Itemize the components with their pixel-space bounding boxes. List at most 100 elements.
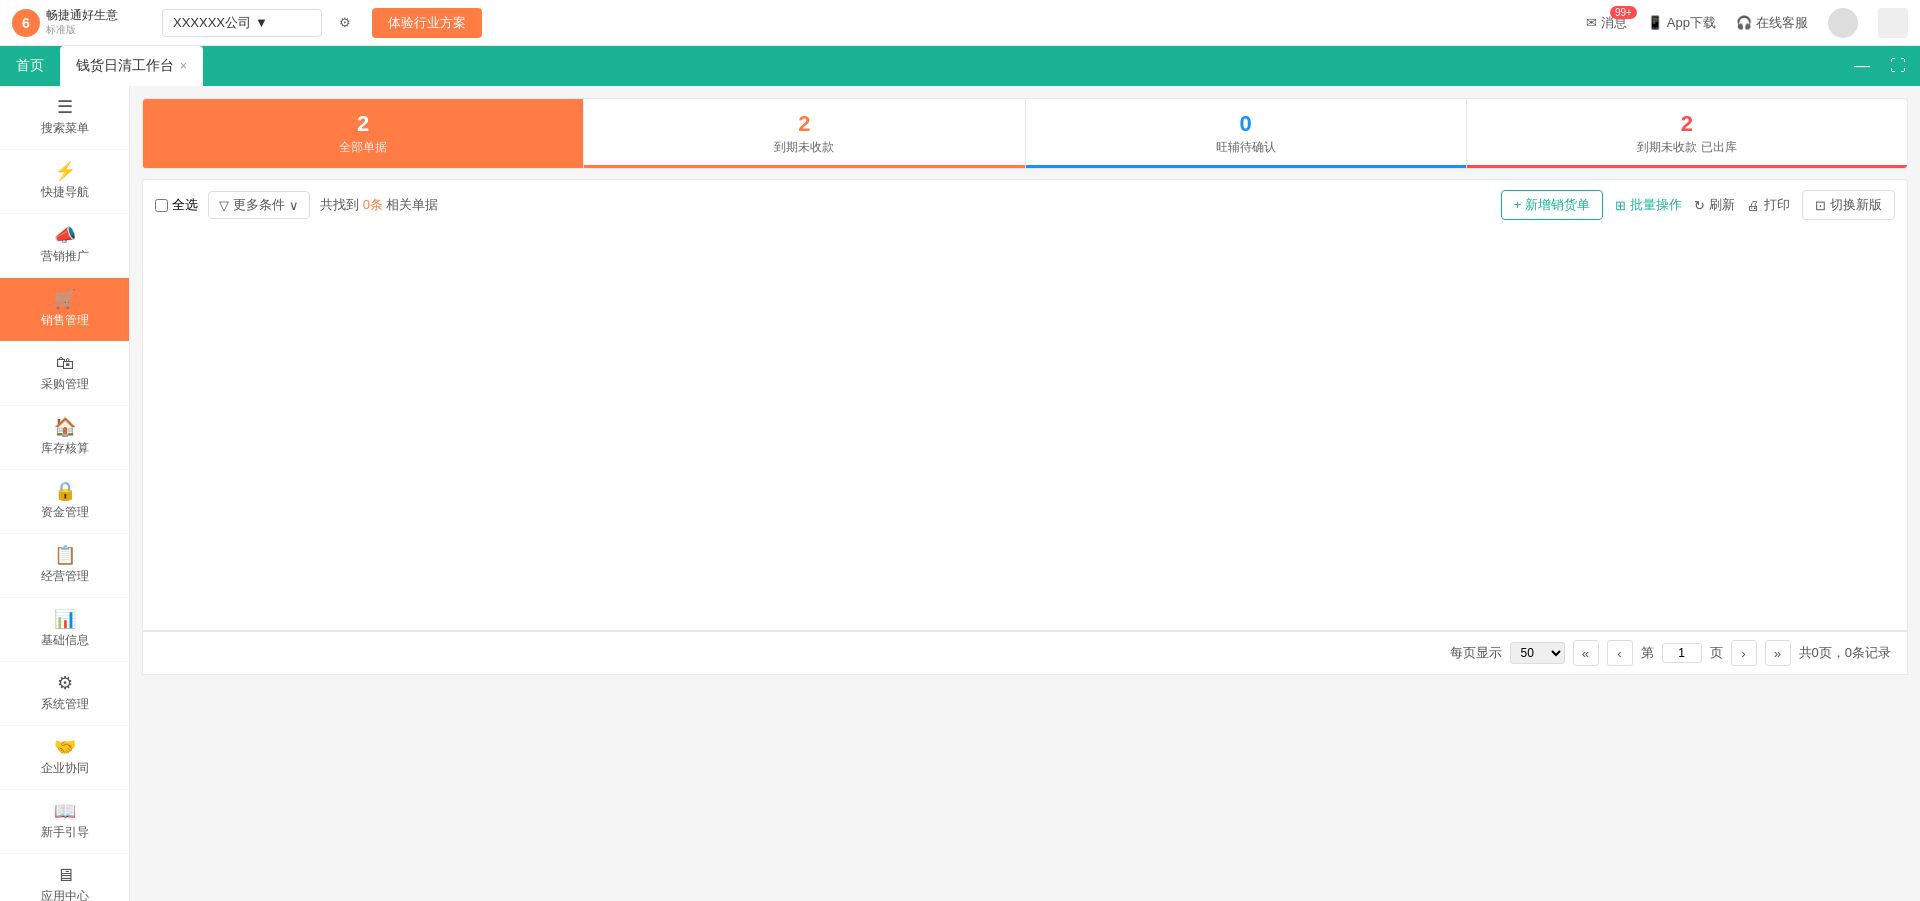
online-service-btn[interactable]: 🎧 在线客服 <box>1736 14 1808 32</box>
stat-tab-overdue[interactable]: 2 到期未收款 <box>584 99 1025 168</box>
page-size-label: 每页显示 <box>1450 644 1502 662</box>
stat-all-count: 2 <box>159 111 567 137</box>
app-download-btn[interactable]: 📱 App下载 <box>1647 14 1716 32</box>
sidebar-item-cooperation[interactable]: 🤝 企业协同 <box>0 726 129 790</box>
next-page-button[interactable]: › <box>1731 640 1757 666</box>
batch-operation-btn[interactable]: ⊞ 批量操作 <box>1615 196 1682 214</box>
app-edition: 标准版 <box>46 23 118 37</box>
app-download-label: App下载 <box>1667 14 1716 32</box>
chevron-down-icon: ▼ <box>255 15 268 30</box>
switch-version-button[interactable]: ⊡ 切换新版 <box>1802 190 1895 220</box>
stat-overdue-count: 2 <box>600 111 1008 137</box>
sales-icon: 🛒 <box>54 290 76 308</box>
company-name: XXXXXX公司 <box>173 14 251 32</box>
prev-page-button[interactable]: ‹ <box>1607 640 1633 666</box>
trial-button[interactable]: 体验行业方案 <box>372 8 482 38</box>
refresh-label: 刷新 <box>1709 196 1735 214</box>
avatar[interactable] <box>1828 8 1858 38</box>
tab-home[interactable]: 首页 <box>0 46 60 86</box>
app-center-icon: 🖥 <box>56 866 74 884</box>
found-suffix: 相关单据 <box>386 197 438 212</box>
message-badge: 99+ <box>1610 6 1637 19</box>
logo-icon: 6 <box>12 9 40 37</box>
select-all-checkbox[interactable]: 全选 <box>155 196 198 214</box>
sidebar-item-basic-info[interactable]: 📊 基础信息 <box>0 598 129 662</box>
stat-shipped-count: 2 <box>1483 111 1891 137</box>
tab-workbench[interactable]: 钱货日清工作台 × <box>60 46 203 86</box>
sidebar-item-search-label: 搜索菜单 <box>41 120 89 137</box>
user-menu[interactable] <box>1878 8 1908 38</box>
empty-state <box>143 230 1907 630</box>
toolbar: 全选 ▽ 更多条件 ∨ 共找到 0条 相关单据 + 新增销货单 ⊞ 批量操作 <box>142 179 1908 230</box>
sidebar-item-guide[interactable]: 📖 新手引导 <box>0 790 129 854</box>
sidebar-item-sales[interactable]: 🛒 销售管理 <box>0 278 129 342</box>
select-all-label: 全选 <box>172 196 198 214</box>
print-icon: 🖨 <box>1747 198 1760 213</box>
sidebar-item-app-center-label: 应用中心 <box>41 888 89 901</box>
sidebar-item-operations[interactable]: 📋 经营管理 <box>0 534 129 598</box>
sidebar-item-shortcuts-label: 快捷导航 <box>41 184 89 201</box>
tab-home-label: 首页 <box>16 57 44 75</box>
logo-area: 6 畅捷通好生意 标准版 <box>12 8 142 38</box>
print-btn[interactable]: 🖨 打印 <box>1747 196 1790 214</box>
total-label: 共0页，0条记录 <box>1799 644 1891 662</box>
tab-workbench-label: 钱货日清工作台 <box>76 57 174 75</box>
sidebar-item-system-label: 系统管理 <box>41 696 89 713</box>
app-download-icon: 📱 <box>1647 15 1663 30</box>
online-service-icon: 🎧 <box>1736 15 1752 30</box>
filter-button[interactable]: ▽ 更多条件 ∨ <box>208 191 310 219</box>
found-prefix: 共找到 <box>320 197 359 212</box>
guide-icon: 📖 <box>54 802 76 820</box>
page-size-select[interactable]: 50 100 <box>1510 642 1565 664</box>
sidebar-item-shortcuts[interactable]: ⚡ 快捷导航 <box>0 150 129 214</box>
sidebar-item-search[interactable]: ☰ 搜索菜单 <box>0 86 129 150</box>
switch-label: 切换新版 <box>1830 196 1882 214</box>
tab-maximize-btn[interactable]: ⛶ <box>1884 52 1912 80</box>
inventory-icon: 🏠 <box>54 418 76 436</box>
tab-indicator-all <box>143 165 583 168</box>
sidebar-item-purchase[interactable]: 🛍 采购管理 <box>0 342 129 406</box>
company-selector[interactable]: XXXXXX公司 ▼ <box>162 9 322 37</box>
tab-minimize-btn[interactable]: — <box>1848 52 1876 80</box>
marketing-icon: 📣 <box>54 226 76 244</box>
select-all-input[interactable] <box>155 199 168 212</box>
stat-pending-label: 旺辅待确认 <box>1042 139 1450 156</box>
operations-icon: 📋 <box>54 546 76 564</box>
toolbar-left: 全选 ▽ 更多条件 ∨ 共找到 0条 相关单据 <box>155 191 1489 219</box>
cooperation-icon: 🤝 <box>54 738 76 756</box>
table-area <box>142 230 1908 631</box>
toolbar-right: + 新增销货单 ⊞ 批量操作 ↻ 刷新 🖨 打印 ⊡ 切换新版 <box>1501 190 1895 220</box>
refresh-btn[interactable]: ↻ 刷新 <box>1694 196 1735 214</box>
header-right: ✉ 消息 99+ 📱 App下载 🎧 在线客服 <box>1586 8 1908 38</box>
system-icon: ⚙ <box>57 674 73 692</box>
sidebar-item-inventory-label: 库存核算 <box>41 440 89 457</box>
stat-tab-shipped[interactable]: 2 到期未收款 已出库 <box>1467 99 1907 168</box>
tab-indicator-shipped <box>1467 165 1907 168</box>
refresh-icon: ↻ <box>1694 198 1705 213</box>
sidebar-item-inventory[interactable]: 🏠 库存核算 <box>0 406 129 470</box>
stat-shipped-label: 到期未收款 已出库 <box>1483 139 1891 156</box>
sidebar-item-marketing-label: 营销推广 <box>41 248 89 265</box>
sidebar-item-marketing[interactable]: 📣 营销推广 <box>0 214 129 278</box>
page-number-input[interactable] <box>1662 643 1702 663</box>
stat-overdue-label: 到期未收款 <box>600 139 1008 156</box>
message-btn[interactable]: ✉ 消息 99+ <box>1586 14 1627 32</box>
last-page-button[interactable]: » <box>1765 640 1791 666</box>
stat-tab-pending[interactable]: 0 旺辅待确认 <box>1026 99 1467 168</box>
sidebar-item-app-center[interactable]: 🖥 应用中心 <box>0 854 129 901</box>
stats-tabs: 2 全部单据 2 到期未收款 0 旺辅待确认 2 到期未收款 已出库 <box>142 98 1908 169</box>
page-suffix: 页 <box>1710 644 1723 662</box>
sidebar-item-purchase-label: 采购管理 <box>41 376 89 393</box>
filter-chevron-icon: ∨ <box>289 198 299 213</box>
settings-icon[interactable]: ⚙ <box>330 8 360 38</box>
tab-indicator-overdue <box>584 165 1024 168</box>
add-sale-order-button[interactable]: + 新增销货单 <box>1501 190 1603 220</box>
message-icon: ✉ <box>1586 15 1597 30</box>
sidebar-item-cooperation-label: 企业协同 <box>41 760 89 777</box>
sidebar-item-system[interactable]: ⚙ 系统管理 <box>0 662 129 726</box>
sidebar-item-finance[interactable]: 🔒 资金管理 <box>0 470 129 534</box>
first-page-button[interactable]: « <box>1573 640 1599 666</box>
tab-close-icon[interactable]: × <box>180 59 187 73</box>
stat-tab-all[interactable]: 2 全部单据 <box>143 99 584 168</box>
found-count: 0条 <box>363 197 383 212</box>
